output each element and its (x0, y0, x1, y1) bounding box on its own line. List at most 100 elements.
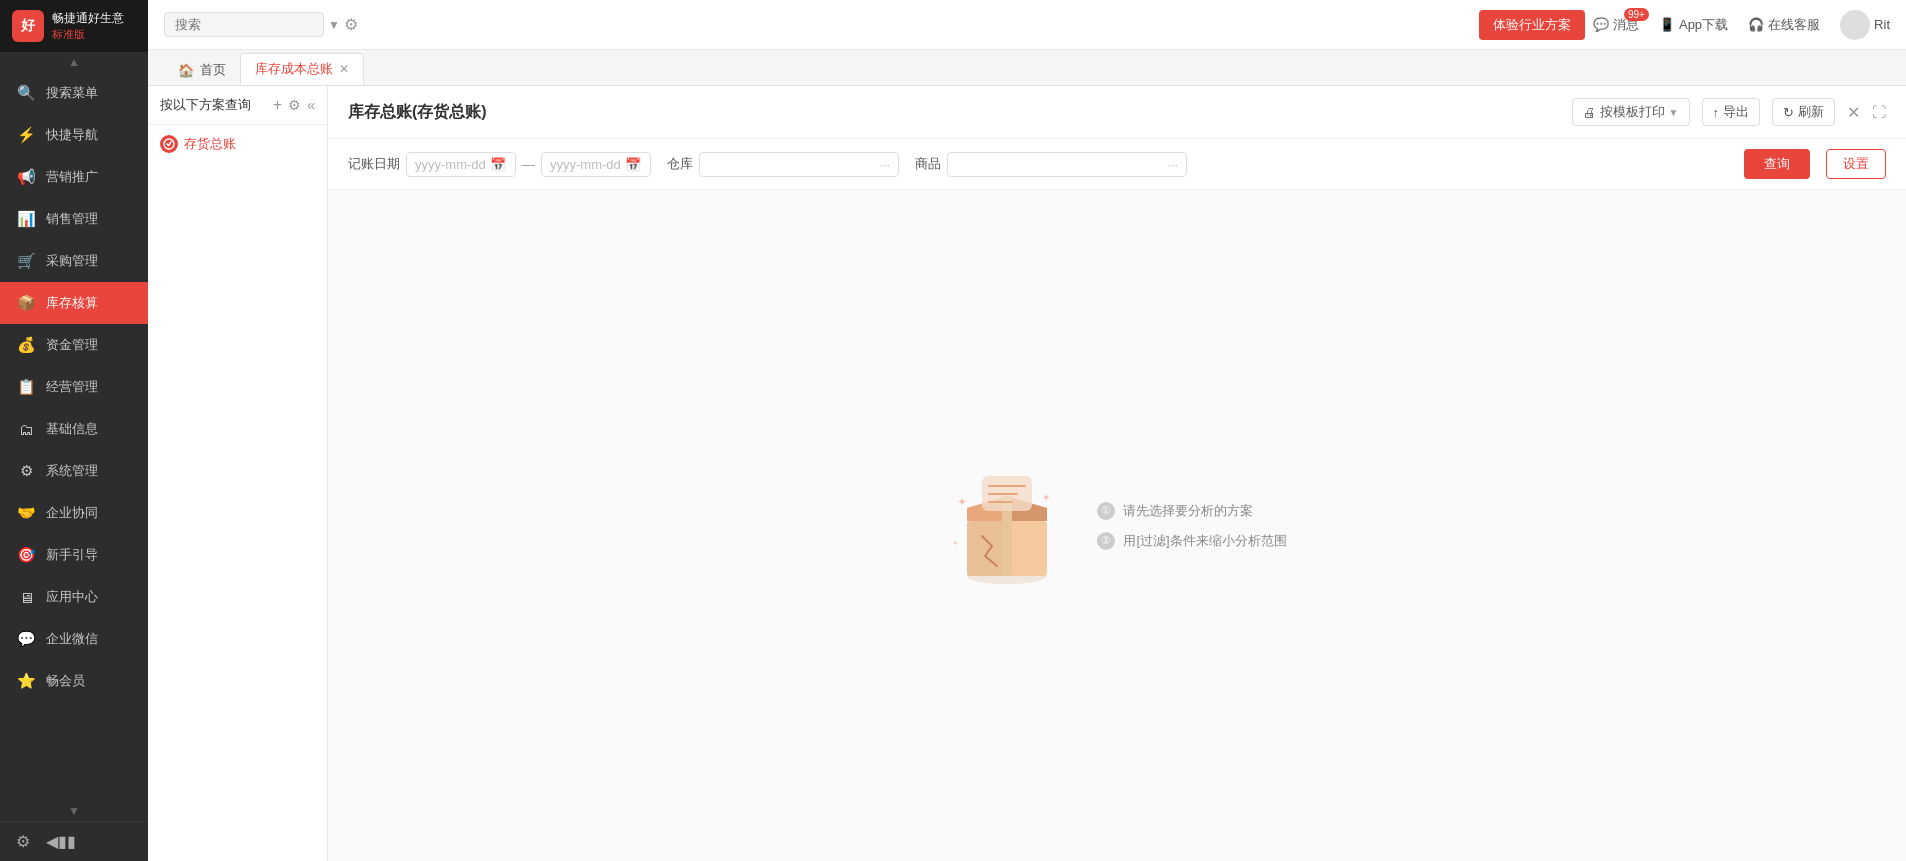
sidebar-item-label: 经营管理 (46, 378, 98, 396)
filter-add-icon[interactable]: + (273, 96, 282, 114)
goods-more-icon[interactable]: ··· (1167, 157, 1178, 172)
sidebar-settings-icon[interactable]: ⚙ (16, 832, 30, 851)
settings-button[interactable]: 设置 (1826, 149, 1886, 179)
system-icon: ⚙ (16, 461, 36, 481)
sidebar-item-sales[interactable]: 📊 销售管理 (0, 198, 148, 240)
sidebar-item-label: 畅会员 (46, 672, 85, 690)
topbar-online-service[interactable]: 🎧 在线客服 (1748, 16, 1820, 34)
sidebar-item-newbie[interactable]: 🎯 新手引导 (0, 534, 148, 576)
svg-rect-5 (967, 521, 1007, 576)
filter-item-inventory-ledger[interactable]: 存货总账 (148, 125, 327, 163)
sidebar-item-label: 资金管理 (46, 336, 98, 354)
scroll-down[interactable]: ▼ (0, 801, 148, 821)
sidebar-item-basic-info[interactable]: 🗂 基础信息 (0, 408, 148, 450)
sidebar-item-app-center[interactable]: 🖥 应用中心 (0, 576, 148, 618)
sidebar-item-label: 快捷导航 (46, 126, 98, 144)
sidebar-item-label: 搜索菜单 (46, 84, 98, 102)
print-template-button[interactable]: 🖨 按模板打印 ▼ (1572, 98, 1690, 126)
logo-icon: 好 (12, 10, 44, 42)
warehouse-label: 仓库 (667, 155, 693, 173)
topbar-search-input[interactable] (164, 12, 324, 37)
tab-inventory-ledger[interactable]: 库存成本总账 ✕ (240, 53, 364, 85)
home-icon: 🏠 (178, 63, 194, 78)
scroll-down-arrow[interactable]: ▼ (68, 804, 80, 818)
marketing-icon: 📢 (16, 167, 36, 187)
print-template-label: 按模板打印 (1600, 103, 1665, 121)
sidebar-item-operation[interactable]: 📋 经营管理 (0, 366, 148, 408)
online-service-label: 在线客服 (1768, 16, 1820, 34)
date-label: 记账日期 (348, 155, 400, 173)
scroll-up[interactable]: ▲ (0, 52, 148, 72)
filter-panel: 按以下方案查询 + ⚙ « 存货总账 (148, 86, 328, 861)
date-end-input[interactable]: yyyy-mm-dd 📅 (541, 152, 651, 177)
topbar-user-area[interactable]: Rit (1840, 10, 1890, 40)
sidebar-item-quick-nav[interactable]: ⚡ 快捷导航 (0, 114, 148, 156)
panel-resize-icon[interactable]: ⛶ (1872, 104, 1886, 120)
refresh-button[interactable]: ↻ 刷新 (1772, 98, 1835, 126)
sidebar-audio-icon[interactable]: ◀▮▮ (46, 832, 76, 851)
purchase-icon: 🛒 (16, 251, 36, 271)
sidebar-item-vip[interactable]: ⭐ 畅会员 (0, 660, 148, 702)
filter-item-icon (160, 135, 178, 153)
warehouse-field: 仓库 ··· (667, 152, 899, 177)
basic-info-icon: 🗂 (16, 419, 36, 439)
page-header: 库存总账(存货总账) 🖨 按模板打印 ▼ ↑ 导出 ↻ 刷新 (328, 86, 1906, 139)
svg-text:✦: ✦ (952, 539, 959, 548)
warehouse-more-icon[interactable]: ··· (879, 157, 890, 172)
tab-inventory-ledger-label: 库存成本总账 (255, 60, 333, 78)
calendar-end-icon[interactable]: 📅 (625, 157, 641, 172)
operation-icon: 📋 (16, 377, 36, 397)
empty-state: ✦ ✦ ✦ ① 请先选择要分析的方案 (328, 190, 1906, 861)
sidebar-item-marketing[interactable]: 📢 营销推广 (0, 156, 148, 198)
goods-input[interactable]: ··· (947, 152, 1187, 177)
filter-header: 按以下方案查询 + ⚙ « (148, 86, 327, 125)
tab-close-icon[interactable]: ✕ (339, 62, 349, 76)
sidebar-item-cooperation[interactable]: 🤝 企业协同 (0, 492, 148, 534)
headset-icon: 🎧 (1748, 17, 1764, 32)
industry-solution-button[interactable]: 体验行业方案 (1479, 10, 1585, 40)
date-start-input[interactable]: yyyy-mm-dd 📅 (406, 152, 516, 177)
user-avatar (1840, 10, 1870, 40)
sidebar-item-purchase[interactable]: 🛒 采购管理 (0, 240, 148, 282)
sidebar-item-inventory[interactable]: 📦 库存核算 (0, 282, 148, 324)
tip1-text: 请先选择要分析的方案 (1123, 502, 1253, 520)
print-icon: 🖨 (1583, 105, 1596, 120)
scroll-up-arrow[interactable]: ▲ (68, 55, 80, 69)
warehouse-input[interactable]: ··· (699, 152, 899, 177)
main-area: ▼ ⚙ 体验行业方案 💬 消息 99+ 📱 App下载 🎧 在线客服 Rit (148, 0, 1906, 861)
sidebar-item-search-menu[interactable]: 🔍 搜索菜单 (0, 72, 148, 114)
svg-text:✦: ✦ (1042, 492, 1050, 503)
wechat-icon: 💬 (16, 629, 36, 649)
refresh-icon: ↻ (1783, 105, 1794, 120)
export-icon: ↑ (1713, 105, 1720, 120)
tip1-num: ① (1097, 502, 1115, 520)
calendar-start-icon[interactable]: 📅 (490, 157, 506, 172)
sidebar-item-system[interactable]: ⚙ 系统管理 (0, 450, 148, 492)
tip2-num: ② (1097, 532, 1115, 550)
search-bar: 记账日期 yyyy-mm-dd 📅 — yyyy-mm-dd 📅 仓库 (328, 139, 1906, 190)
topbar-right: 💬 消息 99+ 📱 App下载 🎧 在线客服 Rit (1593, 10, 1890, 40)
empty-tip-1: ① 请先选择要分析的方案 (1097, 502, 1286, 520)
finance-icon: 💰 (16, 335, 36, 355)
filter-settings-icon[interactable]: ⚙ (288, 97, 301, 113)
filter-collapse-icon[interactable]: « (307, 97, 315, 113)
sidebar-item-finance[interactable]: 💰 资金管理 (0, 324, 148, 366)
sidebar-item-label: 新手引导 (46, 546, 98, 564)
topbar-gear-icon[interactable]: ⚙ (344, 15, 358, 34)
search-button[interactable]: 查询 (1744, 149, 1810, 179)
topbar-app-download[interactable]: 📱 App下载 (1659, 16, 1728, 34)
sidebar-item-wechat[interactable]: 💬 企业微信 (0, 618, 148, 660)
empty-tips: ① 请先选择要分析的方案 ② 用[过滤]条件来缩小分析范围 (1097, 502, 1286, 550)
panel-close-icon[interactable]: ✕ (1847, 103, 1860, 122)
logo-text: 畅捷通好生意 标准版 (52, 10, 124, 42)
username-label: Rit (1874, 17, 1890, 32)
topbar: ▼ ⚙ 体验行业方案 💬 消息 99+ 📱 App下载 🎧 在线客服 Rit (148, 0, 1906, 50)
filter-actions: + ⚙ « (273, 96, 315, 114)
tab-home[interactable]: 🏠 首页 (164, 55, 240, 85)
empty-illustration: ✦ ✦ ✦ (947, 466, 1067, 586)
topbar-message[interactable]: 💬 消息 99+ (1593, 16, 1639, 34)
filter-panel-title: 按以下方案查询 (160, 96, 251, 114)
print-chevron-icon[interactable]: ▼ (1669, 107, 1679, 118)
topbar-chevron-icon[interactable]: ▼ (328, 18, 340, 32)
export-button[interactable]: ↑ 导出 (1702, 98, 1761, 126)
